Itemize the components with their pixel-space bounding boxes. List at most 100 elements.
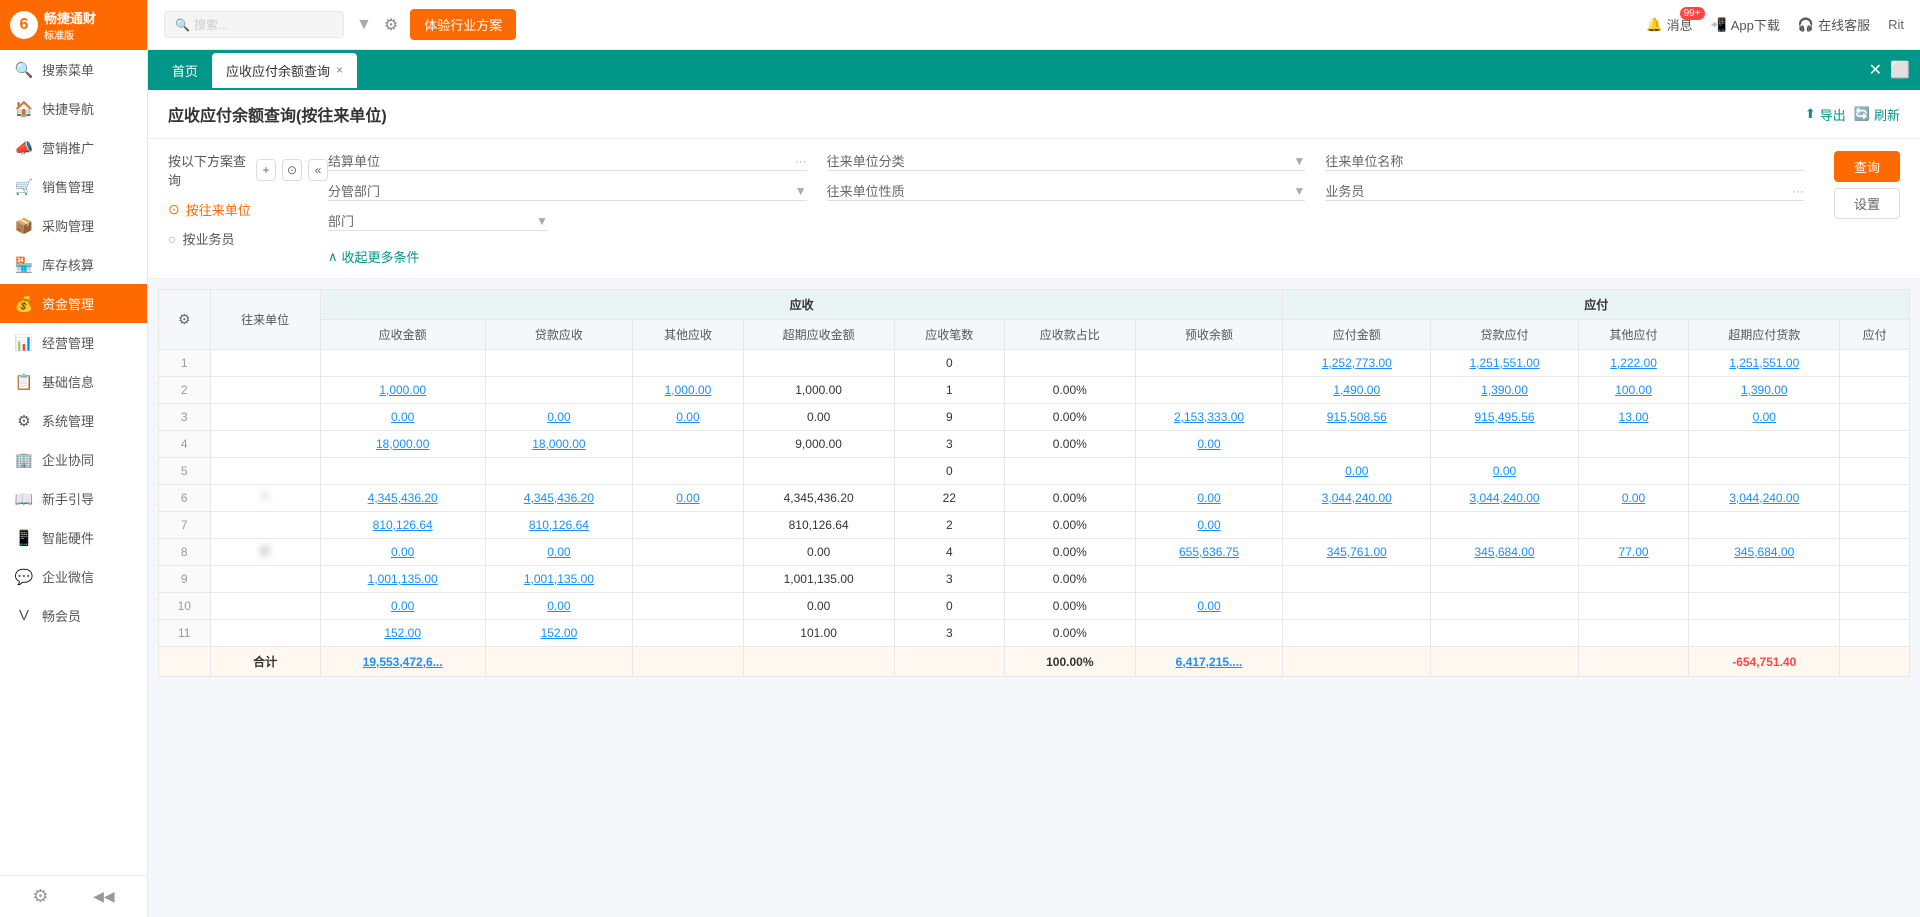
tab-close-icon[interactable]: × xyxy=(336,63,343,77)
table-cell[interactable] xyxy=(633,458,743,485)
table-cell[interactable]: 655,636.75 xyxy=(1135,539,1283,566)
table-cell[interactable] xyxy=(633,431,743,458)
table-cell[interactable] xyxy=(1283,512,1431,539)
table-cell[interactable] xyxy=(1689,566,1840,593)
table-cell[interactable] xyxy=(1689,431,1840,458)
table-cell[interactable] xyxy=(1283,566,1431,593)
table-cell[interactable] xyxy=(485,350,633,377)
table-cell[interactable] xyxy=(1431,431,1579,458)
sidebar-item-sales[interactable]: 🛒 销售管理 xyxy=(0,167,147,206)
table-cell[interactable] xyxy=(1135,350,1283,377)
tab-home[interactable]: 首页 xyxy=(158,53,212,88)
topbar-chevron-icon[interactable]: ▼ xyxy=(356,16,372,34)
table-cell[interactable] xyxy=(633,620,743,647)
table-cell[interactable]: 0.00 xyxy=(485,404,633,431)
table-cell[interactable] xyxy=(1431,566,1579,593)
table-cell[interactable]: 0.00 xyxy=(485,593,633,620)
table-cell[interactable] xyxy=(633,512,743,539)
table-cell[interactable]: 1,001,135.00 xyxy=(485,566,633,593)
table-settings-th[interactable]: ⚙ xyxy=(159,290,211,350)
sidebar-item-guide[interactable]: 📖 新手引导 xyxy=(0,479,147,518)
table-cell[interactable]: 3,044,240.00 xyxy=(1689,485,1840,512)
export-button[interactable]: ⬆ 导出 xyxy=(1805,105,1846,124)
scheme-option-by-staff[interactable]: ○ 按业务员 xyxy=(168,226,328,251)
table-cell[interactable]: 810,126.64 xyxy=(485,512,633,539)
table-cell[interactable] xyxy=(1431,620,1579,647)
collapse-icon[interactable]: ◀◀ xyxy=(93,888,115,905)
table-cell[interactable] xyxy=(1283,620,1431,647)
sidebar-item-system[interactable]: ⚙ 系统管理 xyxy=(0,401,147,440)
table-cell[interactable] xyxy=(1135,377,1283,404)
table-cell[interactable] xyxy=(1431,512,1579,539)
table-cell[interactable]: 18,000.00 xyxy=(320,431,485,458)
dept-manage-arrow[interactable]: ▼ xyxy=(795,184,807,198)
table-cell[interactable]: 0.00 xyxy=(1135,593,1283,620)
sidebar-item-inventory[interactable]: 🏪 库存核算 xyxy=(0,245,147,284)
more-scheme-button[interactable]: « xyxy=(308,159,328,181)
close-window-icon[interactable]: ✕ xyxy=(1869,60,1882,80)
table-cell[interactable] xyxy=(1578,566,1688,593)
table-cell[interactable] xyxy=(485,458,633,485)
salesman-dots[interactable]: ··· xyxy=(1792,184,1804,198)
refresh-button[interactable]: 🔄 刷新 xyxy=(1854,105,1900,124)
table-cell[interactable]: 152.00 xyxy=(485,620,633,647)
table-cell[interactable] xyxy=(1283,431,1431,458)
table-cell[interactable] xyxy=(633,566,743,593)
scheme-option-by-unit[interactable]: ⊙ 按往来单位 xyxy=(168,197,328,222)
sidebar-item-finance[interactable]: 💰 资金管理 xyxy=(0,284,147,323)
query-button[interactable]: 查询 xyxy=(1834,151,1900,182)
table-cell[interactable]: 3,044,240.00 xyxy=(1283,485,1431,512)
cta-button[interactable]: 体验行业方案 xyxy=(410,9,516,40)
table-cell[interactable]: 345,761.00 xyxy=(1283,539,1431,566)
table-cell[interactable]: 0.00 xyxy=(1689,404,1840,431)
table-cell[interactable]: 152.00 xyxy=(320,620,485,647)
table-cell[interactable] xyxy=(1578,593,1688,620)
table-cell[interactable]: 1,222.00 xyxy=(1578,350,1688,377)
table-cell[interactable]: 3,044,240.00 xyxy=(1431,485,1579,512)
maximize-icon[interactable]: ⬜ xyxy=(1890,60,1910,80)
sidebar-item-quick-nav[interactable]: 🏠 快捷导航 xyxy=(0,89,147,128)
add-scheme-button[interactable]: + xyxy=(256,159,276,181)
setting-button[interactable]: 设置 xyxy=(1834,188,1900,219)
table-cell[interactable] xyxy=(633,539,743,566)
edit-scheme-button[interactable]: ⊙ xyxy=(282,159,302,181)
settlement-unit-dots[interactable]: ··· xyxy=(795,154,807,168)
app-download-btn[interactable]: 📲 App下载 xyxy=(1711,15,1780,34)
table-cell[interactable]: 810,126.64 xyxy=(320,512,485,539)
sidebar-item-wechat[interactable]: 💬 企业微信 xyxy=(0,557,147,596)
table-cell[interactable] xyxy=(1689,458,1840,485)
table-cell[interactable]: 915,508.56 xyxy=(1283,404,1431,431)
table-cell[interactable]: 1,490.00 xyxy=(1283,377,1431,404)
table-cell[interactable] xyxy=(1135,458,1283,485)
table-cell[interactable]: 0.00 xyxy=(1135,512,1283,539)
table-cell[interactable]: 1,001,135.00 xyxy=(320,566,485,593)
table-cell[interactable]: 0.00 xyxy=(1283,458,1431,485)
table-cell[interactable]: 0.00 xyxy=(320,593,485,620)
table-cell[interactable] xyxy=(1431,593,1579,620)
table-cell[interactable] xyxy=(1578,512,1688,539)
table-cell[interactable]: 1,390.00 xyxy=(1431,377,1579,404)
sidebar-item-operation[interactable]: 📊 经营管理 xyxy=(0,323,147,362)
collapse-btn[interactable]: ∧ 收起更多条件 xyxy=(328,247,1824,266)
table-cell[interactable] xyxy=(633,593,743,620)
table-cell[interactable]: 0.00 xyxy=(485,539,633,566)
table-cell[interactable] xyxy=(1689,593,1840,620)
user-avatar[interactable]: Rit xyxy=(1888,17,1904,32)
table-cell[interactable]: 1,390.00 xyxy=(1689,377,1840,404)
table-cell[interactable]: 4,345,436.20 xyxy=(485,485,633,512)
dept-arrow[interactable]: ▼ xyxy=(536,214,548,228)
settings-icon[interactable]: ⚙ xyxy=(32,886,48,907)
table-cell[interactable] xyxy=(1578,620,1688,647)
table-cell[interactable] xyxy=(1578,431,1688,458)
sidebar-item-marketing[interactable]: 📣 营销推广 xyxy=(0,128,147,167)
table-cell[interactable]: 345,684.00 xyxy=(1431,539,1579,566)
sidebar-item-member[interactable]: V 畅会员 xyxy=(0,596,147,635)
unit-category-arrow[interactable]: ▼ xyxy=(1293,154,1305,168)
table-cell[interactable]: 77.00 xyxy=(1578,539,1688,566)
table-cell[interactable]: 4,345,436.20 xyxy=(320,485,485,512)
table-cell[interactable]: 1,251,551.00 xyxy=(1431,350,1579,377)
table-cell[interactable] xyxy=(320,458,485,485)
table-cell[interactable]: 0.00 xyxy=(320,404,485,431)
table-cell[interactable]: 18,000.00 xyxy=(485,431,633,458)
online-support-btn[interactable]: 🎧 在线客服 xyxy=(1798,15,1870,34)
